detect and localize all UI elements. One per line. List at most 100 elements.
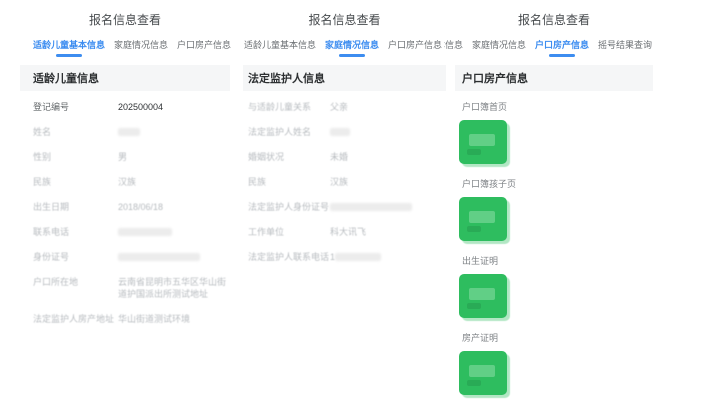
field-value: 202500004 — [118, 101, 230, 113]
tab-label: 摇号结果查询 — [598, 40, 653, 50]
field-value — [330, 201, 446, 213]
attachment-item: 房产证明 — [459, 332, 653, 395]
field-row: 法定监护人身份证号 — [248, 201, 446, 213]
attachment-label: 出生证明 — [462, 256, 499, 266]
section-title: 户口房产信息 — [462, 73, 528, 85]
thumbnail-image-blob-small — [467, 226, 481, 232]
field-row: 联系电话 — [33, 226, 230, 238]
field-value — [118, 226, 230, 238]
field-row: 法定监护人联系电话 1 — [248, 251, 446, 263]
tab-label: 适龄儿童基本信息 — [33, 40, 106, 50]
tab[interactable]: 家庭情况信息 — [325, 39, 379, 57]
tab[interactable]: 适龄儿童基本信息 — [444, 39, 463, 51]
tab[interactable]: 户口房产信息 — [535, 39, 589, 57]
field-row: 身份证号 — [33, 251, 230, 263]
panel-guardian-info: 报名信息查看 适龄儿童基本信息 家庭情况信息 户口房产信息 法定监护人信息 与适龄儿… — [243, 0, 446, 402]
tab-label: 家庭情况信息 — [325, 40, 380, 50]
field-list: 登记编号 202500004 姓名 性别 男 民族 汉族 出生日期 2018/0… — [20, 91, 230, 325]
tab[interactable]: 家庭情况信息 — [114, 39, 168, 51]
redacted-value-block — [330, 128, 350, 136]
field-row: 法定监护人姓名 — [248, 126, 446, 138]
registration-info-page: 报名信息查看 适龄儿童基本信息 家庭情况信息 户口房产信息 适龄儿童信息 登记编号 … — [0, 0, 703, 402]
section-header: 户口房产信息 — [455, 65, 653, 91]
panel-household-property: 报名信息查看 适龄儿童基本信息家庭情况信息户口房产信息摇号结果查询 户口房产信息… — [444, 0, 653, 402]
thumbnail-image-blob-small — [467, 380, 481, 386]
tab-bar: 适龄儿童基本信息家庭情况信息户口房产信息摇号结果查询 — [444, 39, 653, 57]
attachment-label: 房产证明 — [462, 333, 499, 343]
field-row: 工作单位 科大讯飞 — [248, 226, 446, 238]
field-list: 与适龄儿童关系 父亲 法定监护人姓名 婚姻状况 未婚 民族 汉族 法定监护人身份… — [243, 91, 446, 263]
field-label: 民族 — [248, 177, 267, 187]
field-label: 联系电话 — [33, 227, 70, 237]
thumbnail-image-blob-small — [467, 149, 481, 155]
section-header: 法定监护人信息 — [243, 65, 446, 91]
tab-label: 适龄儿童基本信息 — [244, 40, 317, 50]
field-label: 法定监护人联系电话 — [248, 252, 330, 262]
field-label: 户口所在地 — [33, 277, 79, 287]
field-row: 民族 汉族 — [248, 176, 446, 188]
field-label: 法定监护人姓名 — [248, 127, 312, 137]
attachment-thumbnail[interactable] — [459, 197, 507, 241]
tab-label: 适龄儿童基本信息 — [444, 40, 463, 50]
attachment-thumbnail[interactable] — [459, 351, 507, 395]
thumbnail-image-blob — [469, 134, 495, 146]
tab[interactable]: 户口房产信息 — [177, 39, 231, 51]
field-value — [118, 126, 230, 138]
tab[interactable]: 摇号结果查询 — [598, 39, 652, 51]
tab[interactable]: 适龄儿童基本信息 — [244, 39, 316, 51]
field-row: 姓名 — [33, 126, 230, 138]
field-value-text: 汉族 — [118, 177, 137, 187]
attachment-thumbnail[interactable] — [459, 120, 507, 164]
thumbnail-image-blob-small — [467, 303, 481, 309]
field-value-text: 未婚 — [330, 152, 349, 162]
tab[interactable]: 户口房产信息 — [388, 39, 442, 51]
tab-label: 户口房产信息 — [388, 40, 443, 50]
tab[interactable]: 家庭情况信息 — [472, 39, 526, 51]
tab-label: 户口房产信息 — [535, 40, 590, 50]
field-row: 户口所在地 云南省昆明市五华区华山街道护国派出所测试地址 — [33, 276, 230, 300]
redacted-value-block — [118, 228, 172, 236]
section-header: 适龄儿童信息 — [20, 65, 230, 91]
field-value: 男 — [118, 151, 230, 163]
field-label: 工作单位 — [248, 227, 285, 237]
thumbnail-image-blob — [469, 288, 495, 300]
attachment-label: 户口簿首页 — [462, 102, 508, 112]
field-value-text: 科大讯飞 — [330, 227, 367, 237]
field-row: 出生日期 2018/06/18 — [33, 201, 230, 213]
redacted-value-block — [118, 253, 200, 261]
page-title: 报名信息查看 — [308, 13, 381, 27]
section-title: 适龄儿童信息 — [33, 73, 99, 85]
field-label: 性别 — [33, 152, 52, 162]
tab[interactable]: 适龄儿童基本信息 — [33, 39, 105, 57]
redacted-value-block — [330, 203, 412, 211]
field-label: 出生日期 — [33, 202, 70, 212]
field-value-text: 父亲 — [330, 102, 349, 112]
field-label: 身份证号 — [33, 252, 70, 262]
field-value-text: 202500004 — [118, 102, 164, 112]
field-value: 华山街道测试环境 — [118, 313, 230, 325]
attachment-item: 出生证明 — [459, 255, 653, 318]
page-title: 报名信息查看 — [88, 13, 161, 27]
attachment-thumbnail[interactable] — [459, 274, 507, 318]
page-title: 报名信息查看 — [517, 13, 590, 27]
field-label: 登记编号 — [33, 102, 70, 112]
field-value — [330, 126, 446, 138]
tab-label: 家庭情况信息 — [114, 40, 169, 50]
field-value-text: 汉族 — [330, 177, 349, 187]
field-row: 与适龄儿童关系 父亲 — [248, 101, 446, 113]
tab-bar: 适龄儿童基本信息 家庭情况信息 户口房产信息 — [20, 39, 231, 57]
field-row: 民族 汉族 — [33, 176, 230, 188]
tab-label: 户口房产信息 — [177, 40, 232, 50]
field-value-text: 2018/06/18 — [118, 202, 164, 212]
field-label: 与适龄儿童关系 — [248, 102, 312, 112]
attachment-item: 户口簿孩子页 — [459, 178, 653, 241]
field-label: 法定监护人身份证号 — [248, 202, 330, 212]
field-label: 民族 — [33, 177, 52, 187]
attachment-label: 户口簿孩子页 — [462, 179, 517, 189]
field-value: 父亲 — [330, 101, 446, 113]
field-label: 婚姻状况 — [248, 152, 285, 162]
field-row: 登记编号 202500004 — [33, 101, 230, 113]
field-value: 1 — [330, 251, 446, 263]
redacted-value-block — [335, 253, 382, 261]
field-value: 科大讯飞 — [330, 226, 446, 238]
